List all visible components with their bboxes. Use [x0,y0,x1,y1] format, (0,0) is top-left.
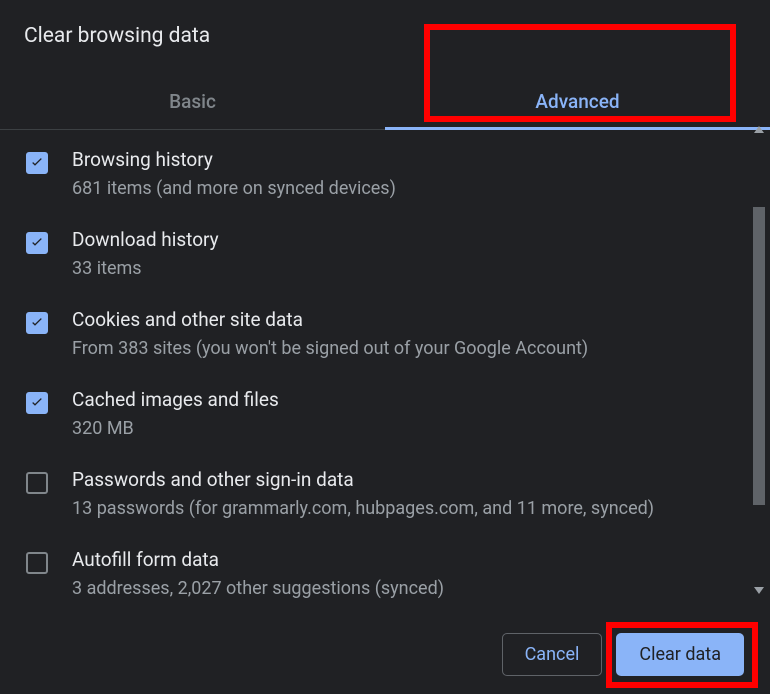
tab-basic-label: Basic [169,90,216,113]
option-desc: 33 items [72,255,754,282]
option-text: Passwords and other sign-in data 13 pass… [72,468,754,522]
option-autofill: Autofill form data 3 addresses, 2,027 ot… [20,540,754,615]
options-content: Browsing history 681 items (and more on … [0,130,770,615]
tab-basic[interactable]: Basic [0,76,385,129]
option-label: Autofill form data [72,548,754,571]
option-label: Cookies and other site data [72,308,754,331]
option-desc: 681 items (and more on synced devices) [72,175,754,202]
option-text: Autofill form data 3 addresses, 2,027 ot… [72,548,754,602]
option-cookies: Cookies and other site data From 383 sit… [20,300,754,380]
dialog-footer: Cancel Clear data [0,615,770,694]
option-desc: From 383 sites (you won't be signed out … [72,335,754,362]
option-text: Cookies and other site data From 383 sit… [72,308,754,362]
option-desc: 13 passwords (for grammarly.com, hubpage… [72,495,754,522]
checkbox-cookies[interactable] [26,312,48,334]
checkbox-autofill[interactable] [26,552,48,574]
option-desc: 3 addresses, 2,027 other suggestions (sy… [72,575,754,602]
option-text: Cached images and files 320 MB [72,388,754,442]
option-text: Download history 33 items [72,228,754,282]
option-label: Browsing history [72,148,754,171]
tab-advanced-label: Advanced [535,90,619,113]
tab-advanced[interactable]: Advanced [385,76,770,129]
dialog-title: Clear browsing data [24,24,746,48]
checkbox-cached[interactable] [26,392,48,414]
check-icon [29,315,45,331]
scrollbar-up-icon [754,126,764,133]
option-label: Passwords and other sign-in data [72,468,754,491]
options-list: Browsing history 681 items (and more on … [0,130,770,615]
check-icon [29,155,45,171]
clear-browsing-data-dialog: Clear browsing data Basic Advanced Brows… [0,0,770,694]
scrollbar-thumb[interactable] [753,207,765,505]
option-label: Cached images and files [72,388,754,411]
check-icon [29,235,45,251]
check-icon [29,395,45,411]
scrollbar-down-icon [754,587,764,594]
dialog-header: Clear browsing data [0,0,770,58]
clear-data-button[interactable]: Clear data [616,633,744,676]
option-browsing-history: Browsing history 681 items (and more on … [20,140,754,220]
option-passwords: Passwords and other sign-in data 13 pass… [20,460,754,540]
checkbox-passwords[interactable] [26,472,48,494]
option-text: Browsing history 681 items (and more on … [72,148,754,202]
clear-data-button-label: Clear data [639,644,721,665]
option-label: Download history [72,228,754,251]
checkbox-download-history[interactable] [26,232,48,254]
cancel-button-label: Cancel [525,644,580,665]
option-download-history: Download history 33 items [20,220,754,300]
scrollbar[interactable] [750,122,768,602]
tab-bar: Basic Advanced [0,76,770,130]
option-desc: 320 MB [72,415,754,442]
option-cached: Cached images and files 320 MB [20,380,754,460]
cancel-button[interactable]: Cancel [502,633,603,676]
checkbox-browsing-history[interactable] [26,152,48,174]
